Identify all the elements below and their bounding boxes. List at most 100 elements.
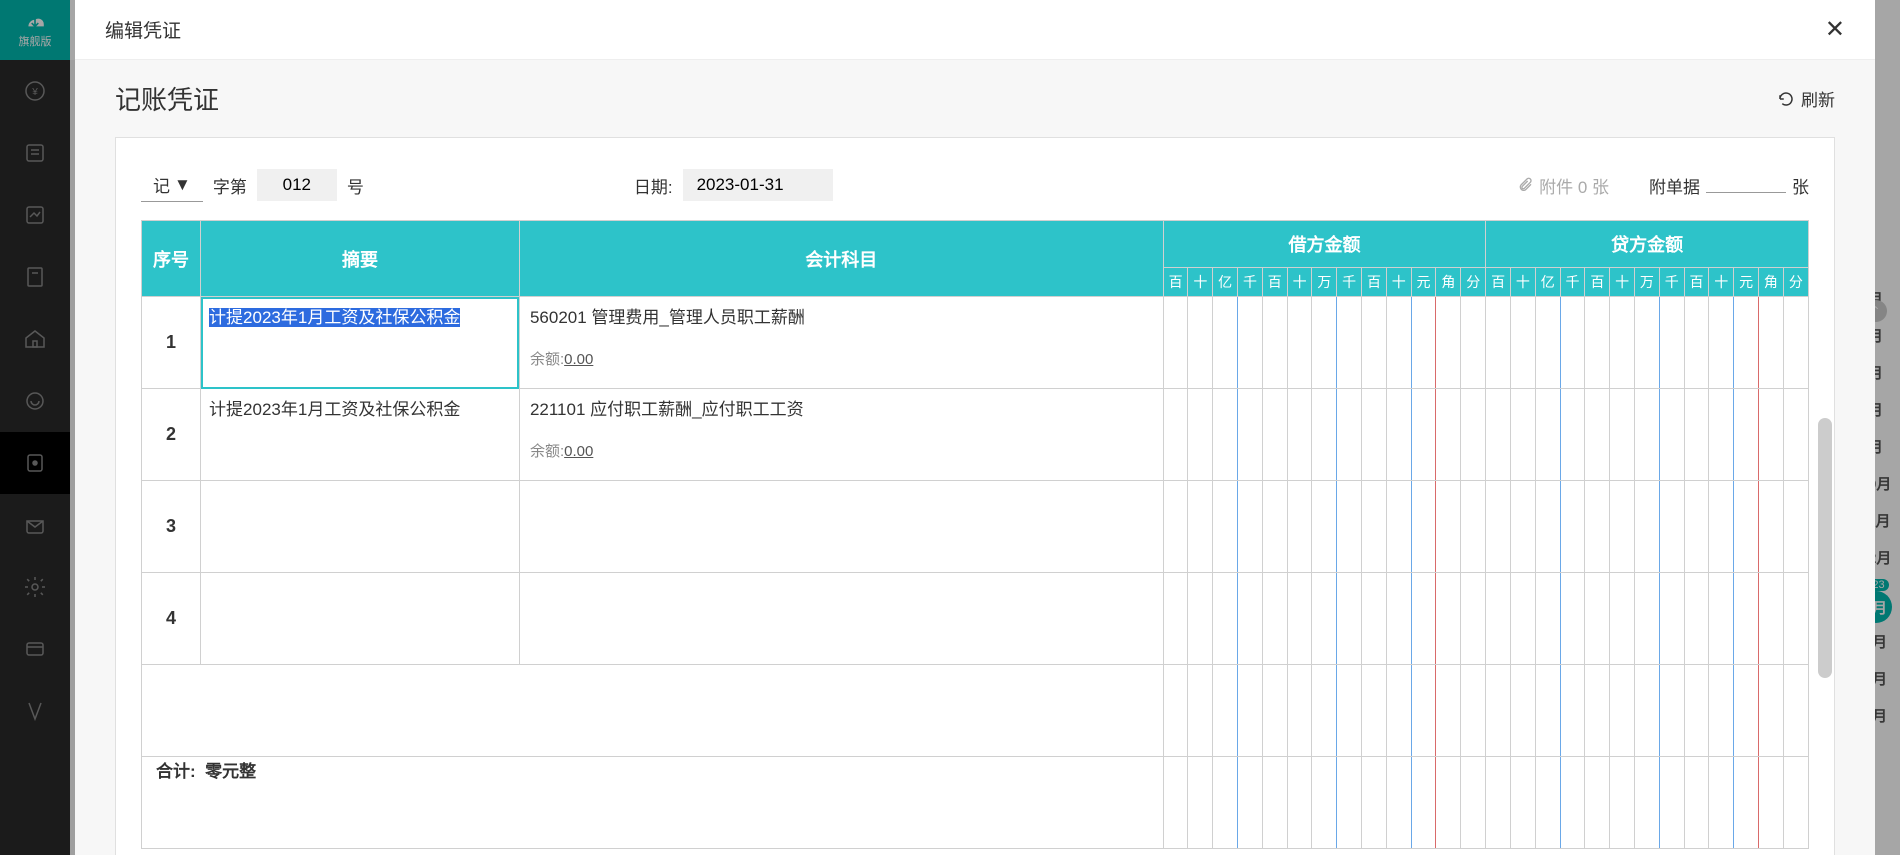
cell-credit-digit[interactable] bbox=[1560, 481, 1585, 573]
cell-summary[interactable] bbox=[201, 573, 520, 665]
cell-account[interactable]: 560201 管理费用_管理人员职工薪酬余额:0.00 bbox=[519, 297, 1163, 389]
cell-debit-digit[interactable] bbox=[1386, 297, 1411, 389]
cell-debit-digit[interactable] bbox=[1436, 573, 1461, 665]
cell-debit-digit[interactable] bbox=[1411, 481, 1436, 573]
cell-credit-digit[interactable] bbox=[1535, 481, 1560, 573]
cell-debit-digit[interactable] bbox=[1163, 573, 1188, 665]
voucher-date-input[interactable] bbox=[683, 169, 833, 201]
cell-debit-digit[interactable] bbox=[1287, 481, 1312, 573]
cell-credit-digit[interactable] bbox=[1709, 573, 1734, 665]
cell-debit-digit[interactable] bbox=[1287, 297, 1312, 389]
voucher-prefix-select[interactable]: 记 ▼ bbox=[141, 168, 203, 202]
cell-credit-digit[interactable] bbox=[1585, 481, 1610, 573]
cell-debit-digit[interactable] bbox=[1262, 573, 1287, 665]
cell-credit-digit[interactable] bbox=[1535, 297, 1560, 389]
cell-debit-digit[interactable] bbox=[1238, 481, 1263, 573]
voucher-number-input[interactable] bbox=[257, 169, 337, 201]
cell-credit-digit[interactable] bbox=[1610, 297, 1635, 389]
cell-debit-digit[interactable] bbox=[1312, 573, 1337, 665]
cell-credit-digit[interactable] bbox=[1783, 389, 1808, 481]
cell-debit-digit[interactable] bbox=[1312, 297, 1337, 389]
cell-debit-digit[interactable] bbox=[1213, 389, 1238, 481]
cell-credit-digit[interactable] bbox=[1635, 573, 1660, 665]
cell-credit-digit[interactable] bbox=[1511, 297, 1536, 389]
cell-debit-digit[interactable] bbox=[1337, 297, 1362, 389]
cell-credit-digit[interactable] bbox=[1635, 297, 1660, 389]
cell-credit-digit[interactable] bbox=[1560, 297, 1585, 389]
cell-credit-digit[interactable] bbox=[1511, 481, 1536, 573]
cell-credit-digit[interactable] bbox=[1759, 573, 1784, 665]
cell-debit-digit[interactable] bbox=[1213, 297, 1238, 389]
cell-debit-digit[interactable] bbox=[1337, 481, 1362, 573]
cell-debit-digit[interactable] bbox=[1238, 573, 1263, 665]
cell-debit-digit[interactable] bbox=[1163, 389, 1188, 481]
cell-account[interactable] bbox=[519, 573, 1163, 665]
cell-credit-digit[interactable] bbox=[1684, 573, 1709, 665]
cell-debit-digit[interactable] bbox=[1362, 481, 1387, 573]
cell-debit-digit[interactable] bbox=[1337, 389, 1362, 481]
cell-debit-digit[interactable] bbox=[1337, 573, 1362, 665]
cell-credit-digit[interactable] bbox=[1585, 389, 1610, 481]
close-button[interactable]: ✕ bbox=[1825, 15, 1845, 44]
cell-credit-digit[interactable] bbox=[1610, 481, 1635, 573]
cell-debit-digit[interactable] bbox=[1411, 297, 1436, 389]
cell-credit-digit[interactable] bbox=[1684, 481, 1709, 573]
cell-debit-digit[interactable] bbox=[1461, 573, 1486, 665]
cell-credit-digit[interactable] bbox=[1486, 573, 1511, 665]
cell-summary[interactable]: 计提2023年1月工资及社保公积金 bbox=[201, 297, 520, 389]
cell-debit-digit[interactable] bbox=[1188, 297, 1213, 389]
cell-debit-digit[interactable] bbox=[1262, 481, 1287, 573]
cell-debit-digit[interactable] bbox=[1362, 297, 1387, 389]
cell-debit-digit[interactable] bbox=[1238, 297, 1263, 389]
cell-debit-digit[interactable] bbox=[1213, 481, 1238, 573]
cell-debit-digit[interactable] bbox=[1262, 297, 1287, 389]
cell-account[interactable]: 221101 应付职工薪酬_应付职工工资余额:0.00 bbox=[519, 389, 1163, 481]
cell-credit-digit[interactable] bbox=[1783, 297, 1808, 389]
cell-credit-digit[interactable] bbox=[1511, 573, 1536, 665]
cell-debit-digit[interactable] bbox=[1262, 389, 1287, 481]
cell-credit-digit[interactable] bbox=[1709, 389, 1734, 481]
cell-debit-digit[interactable] bbox=[1461, 297, 1486, 389]
cell-summary[interactable] bbox=[201, 481, 520, 573]
cell-debit-digit[interactable] bbox=[1461, 389, 1486, 481]
cell-debit-digit[interactable] bbox=[1362, 389, 1387, 481]
cell-credit-digit[interactable] bbox=[1759, 481, 1784, 573]
cell-debit-digit[interactable] bbox=[1312, 481, 1337, 573]
cell-summary[interactable]: 计提2023年1月工资及社保公积金 bbox=[201, 389, 520, 481]
cell-debit-digit[interactable] bbox=[1436, 481, 1461, 573]
cell-debit-digit[interactable] bbox=[1188, 573, 1213, 665]
attachment-link[interactable]: 附件 0 张 bbox=[1517, 173, 1609, 198]
cell-credit-digit[interactable] bbox=[1585, 573, 1610, 665]
cell-debit-digit[interactable] bbox=[1163, 297, 1188, 389]
cell-debit-digit[interactable] bbox=[1188, 389, 1213, 481]
cell-credit-digit[interactable] bbox=[1734, 297, 1759, 389]
cell-debit-digit[interactable] bbox=[1386, 389, 1411, 481]
cell-credit-digit[interactable] bbox=[1486, 389, 1511, 481]
cell-account[interactable] bbox=[519, 481, 1163, 573]
cell-credit-digit[interactable] bbox=[1759, 297, 1784, 389]
cell-credit-digit[interactable] bbox=[1610, 573, 1635, 665]
cell-credit-digit[interactable] bbox=[1560, 573, 1585, 665]
cell-debit-digit[interactable] bbox=[1436, 297, 1461, 389]
cell-credit-digit[interactable] bbox=[1486, 481, 1511, 573]
cell-debit-digit[interactable] bbox=[1287, 573, 1312, 665]
scrollbar[interactable] bbox=[1818, 418, 1832, 678]
cell-credit-digit[interactable] bbox=[1684, 389, 1709, 481]
cell-credit-digit[interactable] bbox=[1659, 389, 1684, 481]
refresh-button[interactable]: 刷新 bbox=[1777, 86, 1835, 111]
cell-debit-digit[interactable] bbox=[1386, 481, 1411, 573]
cell-debit-digit[interactable] bbox=[1238, 389, 1263, 481]
cell-credit-digit[interactable] bbox=[1635, 481, 1660, 573]
cell-credit-digit[interactable] bbox=[1535, 573, 1560, 665]
cell-credit-digit[interactable] bbox=[1783, 573, 1808, 665]
cell-credit-digit[interactable] bbox=[1511, 389, 1536, 481]
cell-debit-digit[interactable] bbox=[1386, 573, 1411, 665]
cell-debit-digit[interactable] bbox=[1312, 389, 1337, 481]
cell-debit-digit[interactable] bbox=[1362, 573, 1387, 665]
cell-credit-digit[interactable] bbox=[1734, 573, 1759, 665]
cell-credit-digit[interactable] bbox=[1759, 389, 1784, 481]
cell-debit-digit[interactable] bbox=[1287, 389, 1312, 481]
cell-credit-digit[interactable] bbox=[1585, 297, 1610, 389]
cell-debit-digit[interactable] bbox=[1411, 573, 1436, 665]
cell-debit-digit[interactable] bbox=[1213, 573, 1238, 665]
